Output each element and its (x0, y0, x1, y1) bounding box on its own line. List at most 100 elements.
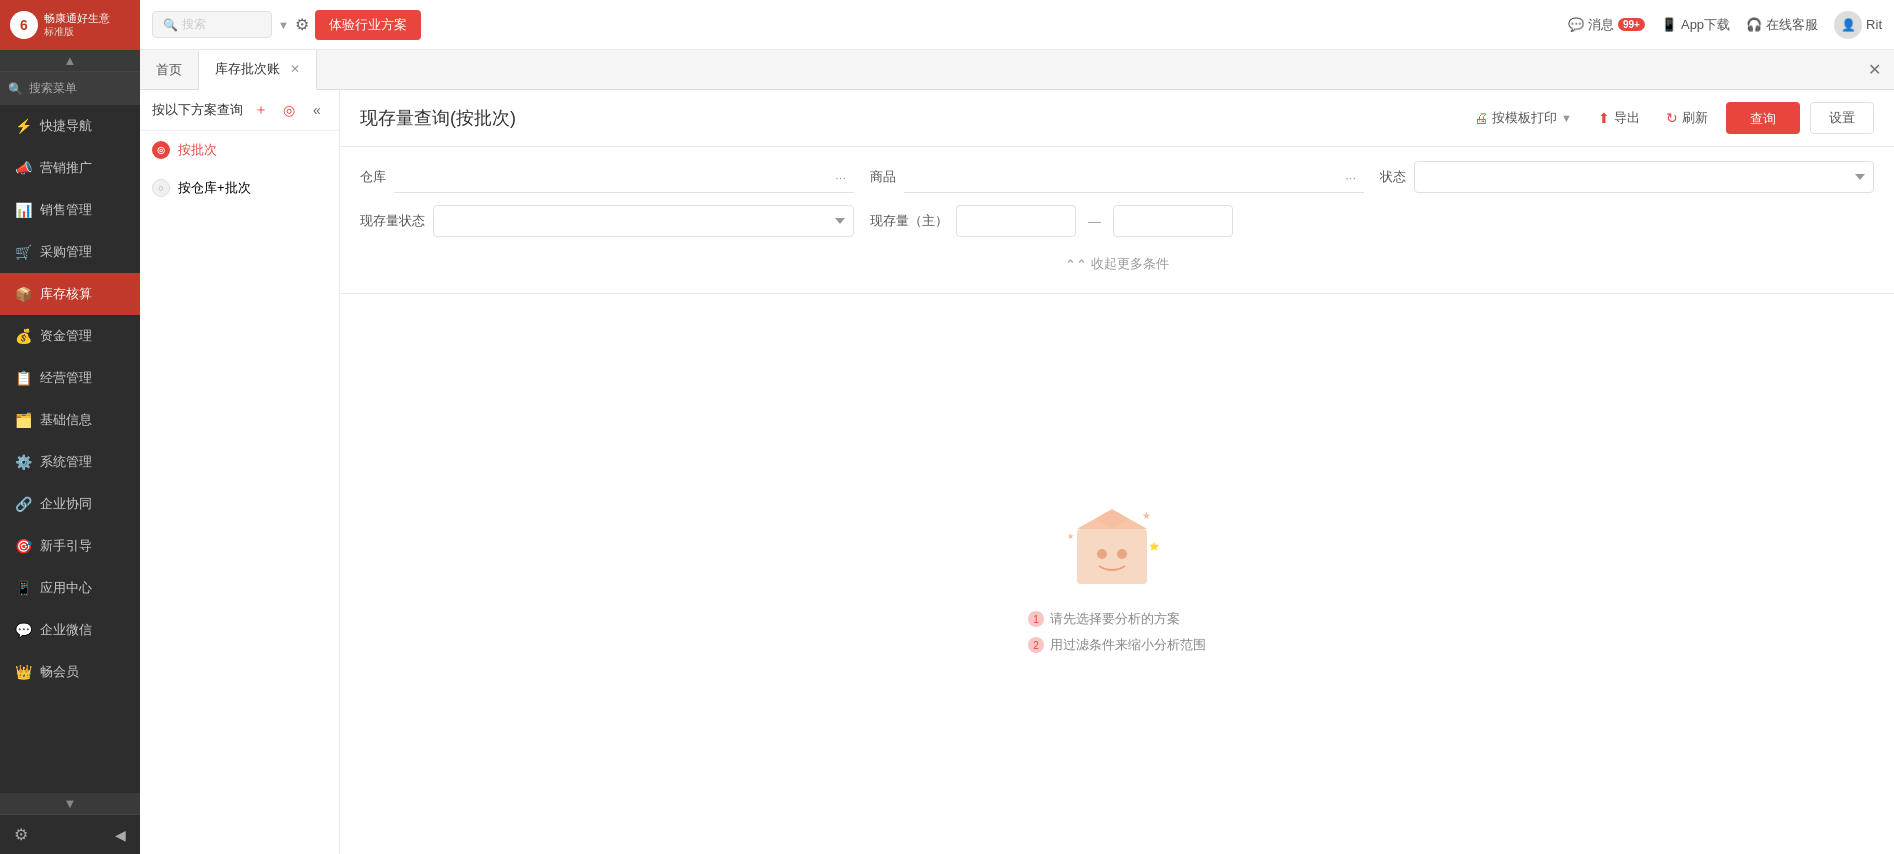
refresh-button[interactable]: ↻ 刷新 (1658, 105, 1716, 131)
print-template-button[interactable]: 🖨 按模板打印 ▼ (1466, 105, 1580, 131)
export-button[interactable]: ⬆ 导出 (1590, 105, 1648, 131)
sidebar-search[interactable]: 🔍 搜索菜单 (0, 72, 140, 105)
nav-label-kucun: 库存核算 (40, 285, 92, 303)
sidebar-item-kucun[interactable]: 📦 库存核算 (0, 273, 140, 315)
online-service-button[interactable]: 🎧 在线客服 (1746, 16, 1818, 34)
refresh-label: 刷新 (1682, 109, 1708, 127)
main-area: 🔍 搜索 ▼ ⚙ 体验行业方案 💬 消息 99+ 📱 App下载 🎧 在线客服 (140, 0, 1894, 854)
sidebar-search-label: 搜索菜单 (29, 80, 77, 97)
sidebar-item-qiye[interactable]: 🔗 企业协同 (0, 483, 140, 525)
stock-status-label: 现存量状态 (360, 212, 425, 230)
sidebar-scroll-down[interactable]: ▼ (0, 793, 140, 814)
product-input[interactable] (904, 161, 1364, 193)
topbar-settings-icon[interactable]: ⚙ (295, 15, 309, 34)
app-download-button[interactable]: 📱 App下载 (1661, 16, 1730, 34)
sidebar-item-caigou[interactable]: 🛒 采购管理 (0, 231, 140, 273)
status-input-container (1414, 161, 1874, 193)
print-dropdown-icon[interactable]: ▼ (1561, 112, 1572, 124)
sidebar-item-yingyong[interactable]: 📱 应用中心 (0, 567, 140, 609)
sidebar-item-zijin[interactable]: 💰 资金管理 (0, 315, 140, 357)
settings-icon[interactable]: ⚙ (14, 825, 28, 844)
scheme-item-by-warehouse-batch[interactable]: ○ 按仓库+批次 (140, 169, 339, 207)
hint-number-1: 1 (1028, 611, 1044, 627)
collapse-sidebar-icon[interactable]: ◀ (115, 827, 126, 843)
nav-label-kuaijie: 快捷导航 (40, 117, 92, 135)
nav-icon-zijin: 💰 (14, 327, 32, 345)
scheme-panel-actions: ＋ ◎ « (251, 100, 327, 120)
scheme-label-by-warehouse-batch: 按仓库+批次 (178, 179, 251, 197)
svg-text:★: ★ (1142, 510, 1151, 521)
warehouse-more-icon[interactable]: ··· (835, 170, 846, 185)
query-button[interactable]: 查询 (1726, 102, 1800, 134)
sidebar-item-xitong[interactable]: ⚙️ 系统管理 (0, 441, 140, 483)
sidebar-item-kuaijie[interactable]: ⚡ 快捷导航 (0, 105, 140, 147)
nav-icon-caigou: 🛒 (14, 243, 32, 261)
right-content: 现存量查询(按批次) 🖨 按模板打印 ▼ ⬆ 导出 ↻ 刷新 (340, 90, 1894, 854)
print-template-label: 按模板打印 (1492, 109, 1557, 127)
empty-hint-1: 1 请先选择要分析的方案 (1028, 610, 1206, 628)
empty-svg-illustration: ★ ★ ⭐ (1057, 494, 1177, 594)
brand-version: 标准版 (44, 25, 110, 39)
nav-icon-weixin: 💬 (14, 621, 32, 639)
brand-name: 畅康通好生意 (44, 11, 110, 25)
warehouse-input[interactable] (394, 161, 854, 193)
warehouse-field: 仓库 ··· (360, 161, 854, 193)
tab-home[interactable]: 首页 (140, 51, 199, 89)
stock-quantity-field: 现存量（主） — (870, 205, 1364, 237)
status-select[interactable] (1414, 161, 1874, 193)
nav-label-xitong: 系统管理 (40, 453, 92, 471)
user-menu[interactable]: 👤 Rit (1834, 11, 1882, 39)
warehouse-input-container: ··· (394, 161, 854, 193)
hint-text-2: 用过滤条件来缩小分析范围 (1050, 636, 1206, 654)
scheme-panel: 按以下方案查询 ＋ ◎ « ◎ 按批次 ○ 按仓库+批次 (140, 90, 340, 854)
sidebar-item-yingxiao[interactable]: 📣 营销推广 (0, 147, 140, 189)
topbar-search-dropdown-icon[interactable]: ▼ (278, 19, 289, 31)
stock-quantity-min-input[interactable] (956, 205, 1076, 237)
messages-label: 消息 (1588, 16, 1614, 34)
scheme-settings-icon[interactable]: ◎ (279, 100, 299, 120)
topbar-left: 🔍 搜索 ▼ ⚙ 体验行业方案 (152, 10, 1558, 40)
filter-area: 仓库 ··· 商品 ··· 状态 (340, 147, 1894, 294)
brand-info: 畅康通好生意 标准版 (44, 11, 110, 39)
topbar: 🔍 搜索 ▼ ⚙ 体验行业方案 💬 消息 99+ 📱 App下载 🎧 在线客服 (140, 0, 1894, 50)
tabbar: 首页 库存批次账 ✕ ✕ (140, 50, 1894, 90)
close-page-button[interactable]: ✕ (1854, 50, 1894, 89)
search-icon: 🔍 (8, 82, 23, 96)
user-avatar-icon: 👤 (1841, 18, 1856, 32)
sidebar-item-jingying[interactable]: 📋 经营管理 (0, 357, 140, 399)
stock-status-select[interactable] (433, 205, 854, 237)
sidebar-scroll-up[interactable]: ▲ (0, 50, 140, 72)
messages-button[interactable]: 💬 消息 99+ (1568, 16, 1645, 34)
sidebar-item-huiyuan[interactable]: 👑 畅会员 (0, 651, 140, 693)
setting-button[interactable]: 设置 (1810, 102, 1874, 134)
topbar-search-bar[interactable]: 🔍 搜索 (152, 11, 272, 38)
sidebar-item-weixin[interactable]: 💬 企业微信 (0, 609, 140, 651)
collapse-scheme-panel-icon[interactable]: « (307, 100, 327, 120)
empty-state: ★ ★ ⭐ 1 请先选择要分析的方案 2 用过滤条件来缩小分析范围 (340, 294, 1894, 854)
nav-icon-qiye: 🔗 (14, 495, 32, 513)
export-label: 导出 (1614, 109, 1640, 127)
add-scheme-icon[interactable]: ＋ (251, 100, 271, 120)
stock-quantity-max-input[interactable] (1113, 205, 1233, 237)
sidebar-item-jichu[interactable]: 🗂️ 基础信息 (0, 399, 140, 441)
sidebar-footer: ⚙ ◀ (0, 814, 140, 854)
online-service-label: 在线客服 (1766, 16, 1818, 34)
industry-solution-button[interactable]: 体验行业方案 (315, 10, 421, 40)
svg-point-4 (1097, 549, 1107, 559)
print-icon: 🖨 (1474, 110, 1488, 126)
product-more-icon[interactable]: ··· (1345, 170, 1356, 185)
close-tab-kucun-pici-icon[interactable]: ✕ (290, 62, 300, 76)
topbar-search-icon: 🔍 (163, 18, 178, 32)
nav-label-xiaoshou: 销售管理 (40, 201, 92, 219)
sidebar-header: 6 畅康通好生意 标准版 (0, 0, 140, 50)
app-download-label: App下载 (1681, 16, 1730, 34)
empty-hints: 1 请先选择要分析的方案 2 用过滤条件来缩小分析范围 (1028, 610, 1206, 654)
collapse-filter-button[interactable]: ⌃⌃ 收起更多条件 (360, 249, 1874, 279)
tab-kucun-pici[interactable]: 库存批次账 ✕ (199, 50, 317, 90)
sidebar-item-xiaoshou[interactable]: 📊 销售管理 (0, 189, 140, 231)
messages-badge: 99+ (1618, 18, 1645, 31)
scheme-dot-by-warehouse-batch: ○ (152, 179, 170, 197)
scheme-item-by-batch[interactable]: ◎ 按批次 (140, 131, 339, 169)
user-name: Rit (1866, 17, 1882, 32)
sidebar-item-xinshou[interactable]: 🎯 新手引导 (0, 525, 140, 567)
